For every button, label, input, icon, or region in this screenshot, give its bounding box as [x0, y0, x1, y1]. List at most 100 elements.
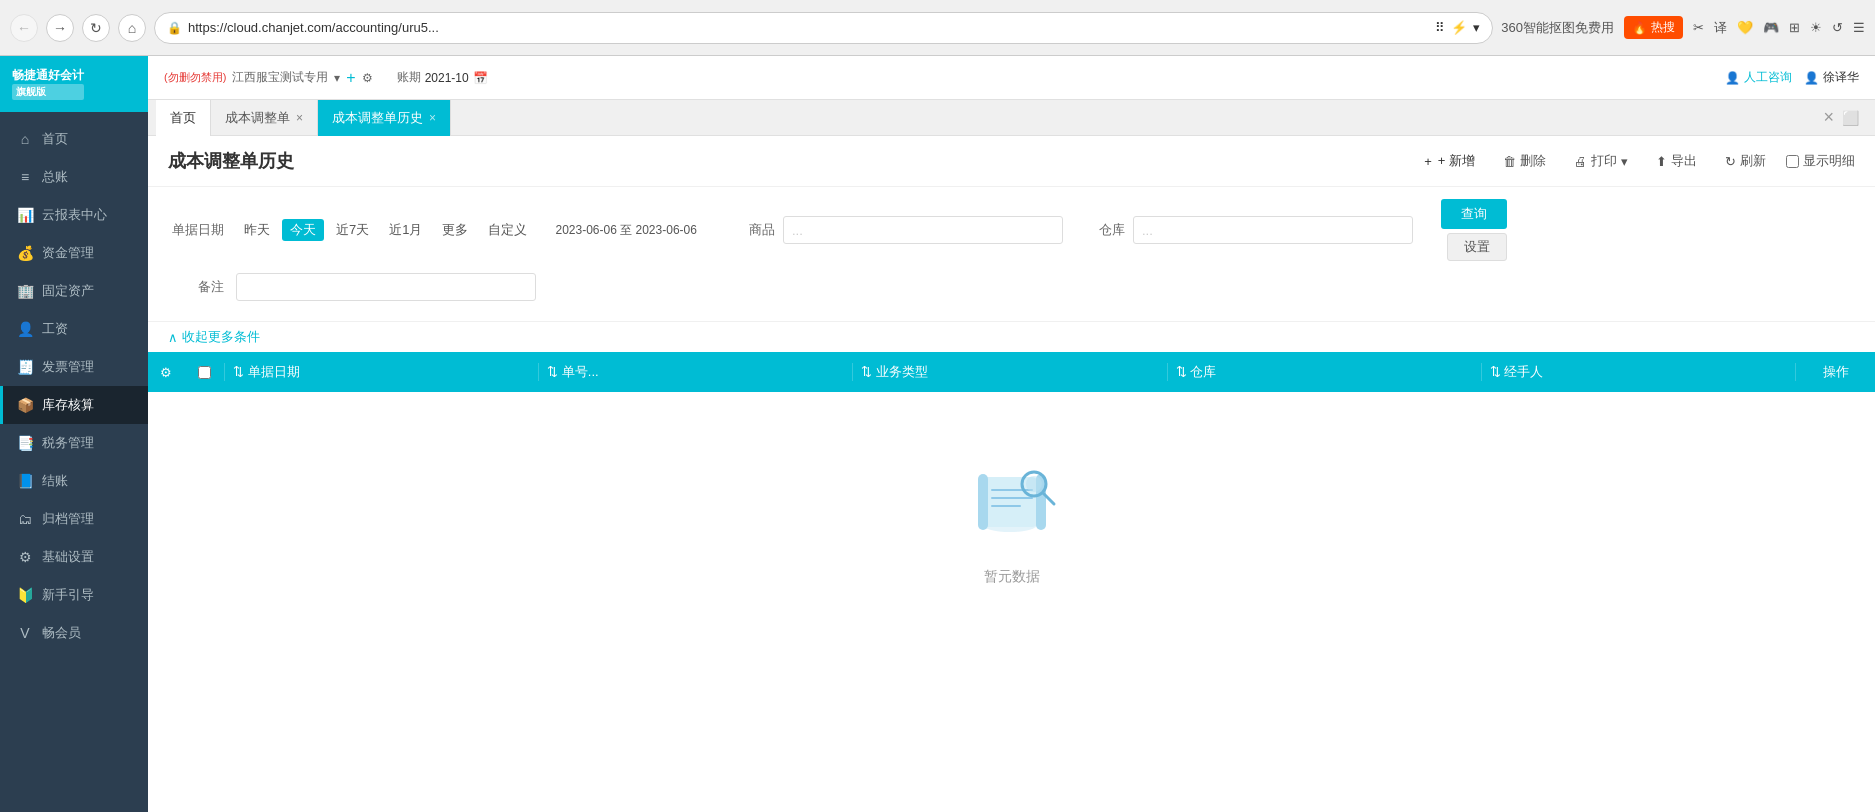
- sidebar-item-label: 基础设置: [42, 548, 94, 566]
- reports-icon: 📊: [16, 207, 34, 223]
- main-content: (勿删勿禁用) 江西服宝测试专用 ▾ + ⚙ 账期 2021-10 📅 👤 人工…: [148, 56, 1875, 812]
- sidebar-item-label: 总账: [42, 168, 68, 186]
- grid-icon[interactable]: ⊞: [1789, 20, 1800, 35]
- user-info[interactable]: 👤 徐译华: [1804, 69, 1859, 86]
- date-tab-last1month[interactable]: 近1月: [381, 219, 430, 241]
- close-right-panel-button[interactable]: ×: [1823, 107, 1834, 128]
- date-tab-last7days[interactable]: 近7天: [328, 219, 377, 241]
- lock-icon: 🔒: [167, 21, 182, 35]
- date-tab-today[interactable]: 今天: [282, 219, 324, 241]
- tabs-bar: 首页 成本调整单 × 成本调整单历史 × × ⬜: [148, 100, 1875, 136]
- new-button[interactable]: + + 新增: [1416, 148, 1483, 174]
- browser-chrome: ← → ↻ ⌂ 🔒 https://cloud.chanjet.com/acco…: [0, 0, 1875, 56]
- menu-icon[interactable]: ☰: [1853, 20, 1865, 35]
- sidebar-item-label: 新手引导: [42, 586, 94, 604]
- refresh-button[interactable]: ↻ 刷新: [1717, 148, 1774, 174]
- game-icon[interactable]: 🎮: [1763, 20, 1779, 35]
- calendar-icon[interactable]: 📅: [473, 71, 488, 85]
- sidebar-item-invoice[interactable]: 🧾 发票管理: [0, 348, 148, 386]
- sidebar-item-label: 结账: [42, 472, 68, 490]
- table-settings-icon[interactable]: ⚙: [148, 365, 184, 380]
- th-warehouse[interactable]: ⇅ 仓库: [1167, 363, 1481, 381]
- forward-button[interactable]: →: [46, 14, 74, 42]
- sidebar-item-tax[interactable]: 📑 税务管理: [0, 424, 148, 462]
- period-value: 2021-10: [425, 71, 469, 85]
- tab-home-label: 首页: [170, 109, 196, 127]
- company-selector[interactable]: (勿删勿禁用) 江西服宝测试专用 ▾ + ⚙: [164, 69, 373, 87]
- add-icon[interactable]: +: [346, 69, 355, 87]
- sidebar-item-payroll[interactable]: 👤 工资: [0, 310, 148, 348]
- data-table: ⚙ ⇅ 单据日期 ⇅ 单号... ⇅ 业务类型 ⇅ 仓库: [148, 352, 1875, 646]
- sidebar-item-label: 固定资产: [42, 282, 94, 300]
- sidebar-item-inventory[interactable]: 📦 库存核算: [0, 386, 148, 424]
- sidebar-item-label: 畅会员: [42, 624, 81, 642]
- reload-button[interactable]: ↻: [82, 14, 110, 42]
- chevron-up-icon: ∧: [168, 330, 178, 345]
- customer-service-button[interactable]: 👤 人工咨询: [1725, 69, 1792, 86]
- wallet-icon[interactable]: 💛: [1737, 20, 1753, 35]
- page-header: 成本调整单历史 + + 新增 🗑 删除 🖨 打印 ▾: [148, 136, 1875, 187]
- th-business-type[interactable]: ⇅ 业务类型: [852, 363, 1166, 381]
- th-handler-label: ⇅ 经手人: [1490, 363, 1544, 381]
- home-button[interactable]: ⌂: [118, 14, 146, 42]
- tab-close-icon[interactable]: ×: [296, 111, 303, 125]
- edition-badge: 旗舰版: [12, 84, 84, 100]
- logo-text: 畅捷通好会计: [12, 68, 84, 84]
- collapse-button[interactable]: ∧ 收起更多条件: [148, 321, 1875, 352]
- delete-button[interactable]: 🗑 删除: [1495, 148, 1554, 174]
- date-tab-custom[interactable]: 自定义: [480, 219, 535, 241]
- sidebar-item-fixed-assets[interactable]: 🏢 固定资产: [0, 272, 148, 310]
- table-select-all[interactable]: [184, 366, 224, 379]
- date-tabs: 昨天 今天 近7天 近1月 更多 自定义: [236, 219, 535, 241]
- sidebar-item-reports[interactable]: 📊 云报表中心: [0, 196, 148, 234]
- back-button[interactable]: ←: [10, 14, 38, 42]
- tab-cost-adjustment-history[interactable]: 成本调整单历史 ×: [318, 100, 451, 136]
- sidebar-item-closing[interactable]: 📘 结账: [0, 462, 148, 500]
- scissors-icon[interactable]: ✂: [1693, 20, 1704, 35]
- date-tab-more[interactable]: 更多: [434, 219, 476, 241]
- top-bar: (勿删勿禁用) 江西服宝测试专用 ▾ + ⚙ 账期 2021-10 📅 👤 人工…: [148, 56, 1875, 100]
- date-tab-yesterday[interactable]: 昨天: [236, 219, 278, 241]
- warehouse-filter-input[interactable]: ...: [1133, 216, 1413, 244]
- remark-input[interactable]: [236, 273, 536, 301]
- chevron-down-icon: ▾: [1621, 154, 1628, 169]
- tab-cost-adjustment[interactable]: 成本调整单 ×: [211, 100, 318, 136]
- archive-icon: 🗂: [16, 511, 34, 527]
- undo-icon[interactable]: ↺: [1832, 20, 1843, 35]
- inventory-icon: 📦: [16, 397, 34, 413]
- main-sidebar: 畅捷通好会计 旗舰版 ⌂ 首页 ≡ 总账 📊 云报表中心 💰 资金管理 🏢: [0, 56, 148, 812]
- hot-search-button[interactable]: 🔥 热搜: [1624, 16, 1683, 39]
- translate-icon[interactable]: 译: [1714, 19, 1727, 37]
- sidebar-item-vip[interactable]: V 畅会员: [0, 614, 148, 652]
- company-warning: (勿删勿禁用): [164, 70, 226, 85]
- filter-settings-button[interactable]: 设置: [1447, 233, 1507, 261]
- export-button[interactable]: ⬆ 导出: [1648, 148, 1705, 174]
- sidebar-item-archive[interactable]: 🗂 归档管理: [0, 500, 148, 538]
- sidebar-item-guide[interactable]: 🔰 新手引导: [0, 576, 148, 614]
- th-date[interactable]: ⇅ 单据日期: [224, 363, 538, 381]
- sidebar-item-settings[interactable]: ⚙ 基础设置: [0, 538, 148, 576]
- tab-close-icon-history[interactable]: ×: [429, 111, 436, 125]
- th-number[interactable]: ⇅ 单号...: [538, 363, 852, 381]
- address-bar[interactable]: 🔒 https://cloud.chanjet.com/accounting/u…: [154, 12, 1493, 44]
- tab-home[interactable]: 首页: [156, 100, 211, 136]
- plus-icon: +: [1424, 154, 1432, 169]
- collapse-label: 收起更多条件: [182, 328, 260, 346]
- select-all-checkbox[interactable]: [198, 366, 211, 379]
- browser-right-tools: 360智能抠图免费用 🔥 热搜 ✂ 译 💛 🎮 ⊞ ☀ ↺ ☰: [1501, 16, 1865, 39]
- goods-filter-input[interactable]: ...: [783, 216, 1063, 244]
- th-handler[interactable]: ⇅ 经手人: [1481, 363, 1795, 381]
- chevron-down-icon: ▾: [1473, 20, 1480, 35]
- query-button[interactable]: 查询: [1441, 199, 1507, 229]
- sidebar-item-funds[interactable]: 💰 资金管理: [0, 234, 148, 272]
- sidebar-item-ledger[interactable]: ≡ 总账: [0, 158, 148, 196]
- sun-icon[interactable]: ☀: [1810, 20, 1822, 35]
- settings-icon-topbar[interactable]: ⚙: [362, 71, 373, 85]
- resize-icon[interactable]: ⬜: [1842, 110, 1859, 126]
- print-button[interactable]: 🖨 打印 ▾: [1566, 148, 1636, 174]
- lightning-icon: ⚡: [1451, 20, 1467, 35]
- show-columns-checkbox[interactable]: [1786, 155, 1799, 168]
- headset-icon: 👤: [1725, 71, 1740, 85]
- period-info: 账期 2021-10 📅: [397, 69, 488, 86]
- sidebar-item-home[interactable]: ⌂ 首页: [0, 120, 148, 158]
